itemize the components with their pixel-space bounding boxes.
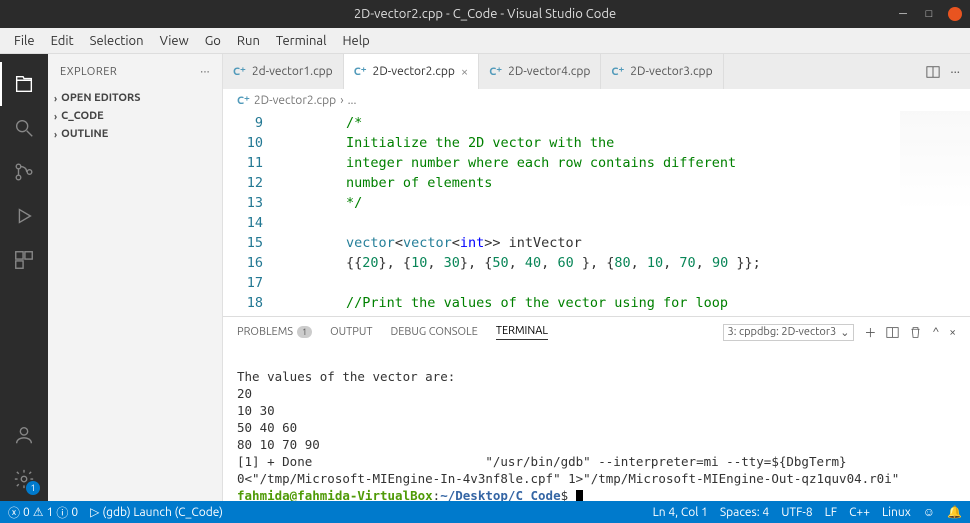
status-bell-icon[interactable]: 🔔 bbox=[947, 505, 962, 519]
titlebar: 2D-vector2.cpp - C_Code - Visual Studio … bbox=[0, 0, 970, 28]
tab-2d-vector1[interactable]: C⁺2d-vector1.cpp bbox=[223, 54, 344, 89]
menu-edit[interactable]: Edit bbox=[43, 30, 82, 52]
minimap[interactable] bbox=[900, 111, 970, 211]
menu-run[interactable]: Run bbox=[229, 30, 268, 52]
panel-tab-output[interactable]: OUTPUT bbox=[330, 326, 372, 338]
terminal-body[interactable]: The values of the vector are: 20 10 30 5… bbox=[223, 347, 970, 501]
tab-2d-vector2[interactable]: C⁺2D-vector2.cpp× bbox=[344, 54, 480, 89]
tabs: C⁺2d-vector1.cpp C⁺2D-vector2.cpp× C⁺2D-… bbox=[223, 54, 970, 89]
window-title: 2D-vector2.cpp - C_Code - Visual Studio … bbox=[354, 7, 616, 21]
status-feedback-icon[interactable]: ☺ bbox=[923, 505, 935, 519]
split-editor-icon[interactable] bbox=[926, 65, 940, 79]
maximize-icon[interactable]: □ bbox=[922, 7, 936, 21]
activity-search[interactable] bbox=[0, 106, 48, 150]
tab-2d-vector4[interactable]: C⁺2D-vector4.cpp bbox=[479, 54, 601, 89]
tab-2d-vector3[interactable]: C⁺2D-vector3.cpp bbox=[601, 54, 723, 89]
sidebar-folder[interactable]: ›C_CODE bbox=[48, 107, 222, 125]
activity-extensions[interactable] bbox=[0, 238, 48, 282]
status-launch[interactable]: ▷ (gdb) Launch (C_Code) bbox=[90, 505, 223, 519]
activity-debug[interactable] bbox=[0, 194, 48, 238]
sidebar-outline[interactable]: ›OUTLINE bbox=[48, 125, 222, 143]
sidebar: EXPLORER ··· ›OPEN EDITORS ›C_CODE ›OUTL… bbox=[48, 54, 223, 501]
maximize-panel-icon[interactable]: ^ bbox=[932, 326, 939, 339]
cpp-icon: C⁺ bbox=[237, 94, 250, 107]
panel-tab-terminal[interactable]: TERMINAL bbox=[496, 325, 548, 340]
status-errors[interactable]: ⓧ 0 ⚠ 1 ⓘ 0 bbox=[8, 504, 78, 521]
settings-badge: 1 bbox=[26, 481, 40, 495]
close-icon[interactable] bbox=[948, 7, 962, 21]
sidebar-open-editors[interactable]: ›OPEN EDITORS bbox=[48, 89, 222, 107]
sidebar-more-icon[interactable]: ··· bbox=[200, 66, 210, 78]
menu-view[interactable]: View bbox=[152, 30, 197, 52]
status-position[interactable]: Ln 4, Col 1 bbox=[653, 506, 708, 519]
status-encoding[interactable]: UTF-8 bbox=[781, 506, 812, 519]
terminal-select[interactable]: 3: cppdbg: 2D-vector3⌄ bbox=[723, 324, 855, 341]
menu-terminal[interactable]: Terminal bbox=[268, 30, 335, 52]
activity-account[interactable] bbox=[0, 413, 48, 457]
activity-bar: 1 bbox=[0, 54, 48, 501]
close-panel-icon[interactable]: × bbox=[949, 326, 956, 339]
line-gutter: 910111213141516171819 bbox=[223, 111, 281, 316]
breadcrumbs[interactable]: C⁺ 2D-vector2.cpp › ... bbox=[223, 89, 970, 111]
panel-tab-debug[interactable]: DEBUG CONSOLE bbox=[391, 326, 478, 338]
statusbar: ⓧ 0 ⚠ 1 ⓘ 0 ▷ (gdb) Launch (C_Code) Ln 4… bbox=[0, 501, 970, 523]
code-content[interactable]: /* Initialize the 2D vector with the int… bbox=[281, 111, 970, 316]
menu-file[interactable]: File bbox=[6, 30, 43, 52]
sidebar-title: EXPLORER bbox=[60, 66, 117, 78]
cpp-icon: C⁺ bbox=[611, 65, 624, 78]
status-spaces[interactable]: Spaces: 4 bbox=[720, 506, 769, 519]
minimize-icon[interactable]: ─ bbox=[896, 7, 910, 21]
cpp-icon: C⁺ bbox=[489, 65, 502, 78]
split-terminal-icon[interactable] bbox=[886, 326, 899, 339]
code-editor[interactable]: 910111213141516171819 /* Initialize the … bbox=[223, 111, 970, 316]
menu-selection[interactable]: Selection bbox=[82, 30, 152, 52]
activity-explorer[interactable] bbox=[0, 62, 48, 106]
chevron-down-icon: ⌄ bbox=[840, 326, 849, 339]
new-terminal-icon[interactable]: ＋ bbox=[864, 324, 876, 341]
panel-tab-problems[interactable]: PROBLEMS1 bbox=[237, 326, 312, 338]
menubar: File Edit Selection View Go Run Terminal… bbox=[0, 28, 970, 54]
status-eol[interactable]: LF bbox=[825, 506, 837, 519]
close-tab-icon[interactable]: × bbox=[461, 65, 468, 79]
activity-scm[interactable] bbox=[0, 150, 48, 194]
more-actions-icon[interactable]: ··· bbox=[950, 65, 960, 79]
panel: PROBLEMS1 OUTPUT DEBUG CONSOLE TERMINAL … bbox=[223, 316, 970, 501]
cpp-icon: C⁺ bbox=[354, 65, 367, 78]
status-os[interactable]: Linux bbox=[882, 506, 911, 519]
kill-terminal-icon[interactable] bbox=[909, 326, 922, 339]
menu-go[interactable]: Go bbox=[197, 30, 229, 52]
menu-help[interactable]: Help bbox=[334, 30, 377, 52]
status-lang[interactable]: C++ bbox=[849, 506, 870, 519]
activity-settings[interactable]: 1 bbox=[0, 457, 48, 501]
cpp-icon: C⁺ bbox=[233, 65, 246, 78]
